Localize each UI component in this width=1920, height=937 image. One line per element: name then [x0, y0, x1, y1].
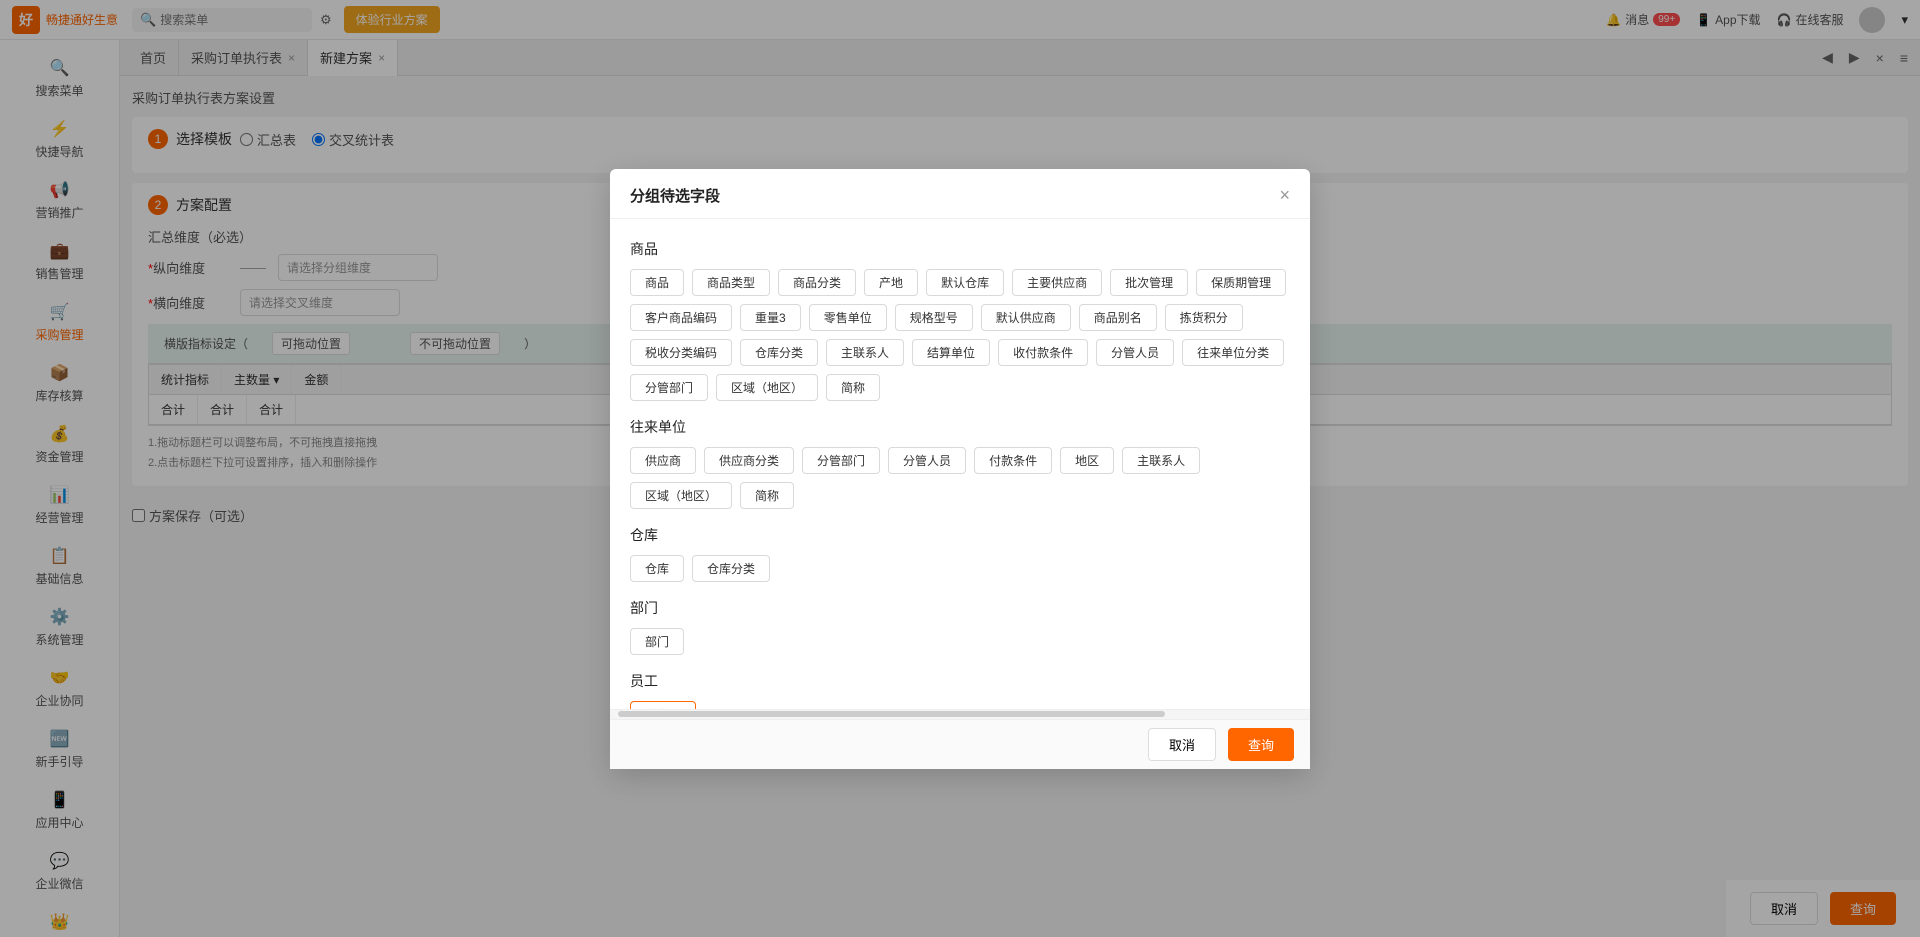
modal-body: 商品 商品 商品类型 商品分类 产地 默认仓库 主要供应商 批次管理 保质期管理… — [610, 219, 1310, 710]
field-chip-goods-7[interactable]: 保质期管理 — [1196, 269, 1286, 296]
modal-cancel-button[interactable]: 取消 — [1148, 728, 1216, 761]
field-chip-goods-2[interactable]: 商品分类 — [778, 269, 856, 296]
field-chip-goods-22[interactable]: 分管部门 — [630, 374, 708, 401]
field-chips-department: 部门 — [630, 628, 1290, 655]
field-chip-goods-14[interactable]: 拣货积分 — [1165, 304, 1243, 331]
field-chip-partner-3[interactable]: 分管人员 — [888, 447, 966, 474]
field-chip-partner-4[interactable]: 付款条件 — [974, 447, 1052, 474]
field-chip-goods-21[interactable]: 往来单位分类 — [1182, 339, 1284, 366]
field-chip-goods-19[interactable]: 收付款条件 — [998, 339, 1088, 366]
field-chip-goods-20[interactable]: 分管人员 — [1096, 339, 1174, 366]
field-chip-goods-18[interactable]: 结算单位 — [912, 339, 990, 366]
field-chips-goods: 商品 商品类型 商品分类 产地 默认仓库 主要供应商 批次管理 保质期管理 客户… — [630, 269, 1290, 401]
field-chip-warehouse-1[interactable]: 仓库分类 — [692, 555, 770, 582]
field-chip-partner-6[interactable]: 主联系人 — [1122, 447, 1200, 474]
modal-header: 分组待选字段 × — [610, 169, 1310, 219]
field-chip-goods-0[interactable]: 商品 — [630, 269, 684, 296]
field-chip-goods-1[interactable]: 商品类型 — [692, 269, 770, 296]
field-chips-employee: 业务员 — [630, 701, 1290, 710]
field-chip-partner-0[interactable]: 供应商 — [630, 447, 696, 474]
field-chip-goods-12[interactable]: 默认供应商 — [981, 304, 1071, 331]
field-chip-goods-24[interactable]: 简称 — [826, 374, 880, 401]
section-title-warehouse: 仓库 — [630, 525, 1290, 545]
field-chip-goods-23[interactable]: 区域（地区） — [716, 374, 818, 401]
field-chip-warehouse-0[interactable]: 仓库 — [630, 555, 684, 582]
section-title-employee: 员工 — [630, 671, 1290, 691]
field-chips-warehouse: 仓库 仓库分类 — [630, 555, 1290, 582]
field-chip-partner-5[interactable]: 地区 — [1060, 447, 1114, 474]
field-chip-goods-6[interactable]: 批次管理 — [1110, 269, 1188, 296]
field-select-modal: 分组待选字段 × 商品 商品 商品类型 商品分类 产地 默认仓库 主要供应商 批… — [610, 169, 1310, 769]
modal-close-button[interactable]: × — [1279, 185, 1290, 206]
field-chips-partner: 供应商 供应商分类 分管部门 分管人员 付款条件 地区 主联系人 区域（地区） … — [630, 447, 1290, 509]
hscroll-thumb — [618, 711, 1165, 717]
modal-confirm-button[interactable]: 查询 — [1228, 728, 1294, 761]
modal-overlay: 分组待选字段 × 商品 商品 商品类型 商品分类 产地 默认仓库 主要供应商 批… — [0, 0, 1920, 937]
field-chip-partner-7[interactable]: 区域（地区） — [630, 482, 732, 509]
field-chip-department-0[interactable]: 部门 — [630, 628, 684, 655]
modal-hscroll[interactable] — [610, 709, 1310, 718]
section-title-goods: 商品 — [630, 239, 1290, 259]
field-chip-goods-13[interactable]: 商品别名 — [1079, 304, 1157, 331]
field-chip-goods-10[interactable]: 零售单位 — [809, 304, 887, 331]
field-chip-partner-1[interactable]: 供应商分类 — [704, 447, 794, 474]
field-chip-goods-9[interactable]: 重量3 — [740, 304, 801, 331]
field-chip-goods-11[interactable]: 规格型号 — [895, 304, 973, 331]
section-title-partner: 往来单位 — [630, 417, 1290, 437]
field-chip-goods-3[interactable]: 产地 — [864, 269, 918, 296]
field-chip-goods-4[interactable]: 默认仓库 — [926, 269, 1004, 296]
field-chip-goods-17[interactable]: 主联系人 — [826, 339, 904, 366]
field-chip-partner-2[interactable]: 分管部门 — [802, 447, 880, 474]
modal-footer: 取消 查询 — [610, 719, 1310, 769]
field-chip-goods-16[interactable]: 仓库分类 — [740, 339, 818, 366]
modal-title: 分组待选字段 — [630, 185, 720, 206]
field-chip-partner-8[interactable]: 简称 — [740, 482, 794, 509]
field-chip-goods-15[interactable]: 税收分类编码 — [630, 339, 732, 366]
field-chip-goods-8[interactable]: 客户商品编码 — [630, 304, 732, 331]
field-chip-goods-5[interactable]: 主要供应商 — [1012, 269, 1102, 296]
section-title-department: 部门 — [630, 598, 1290, 618]
field-chip-employee-0[interactable]: 业务员 — [630, 701, 696, 710]
